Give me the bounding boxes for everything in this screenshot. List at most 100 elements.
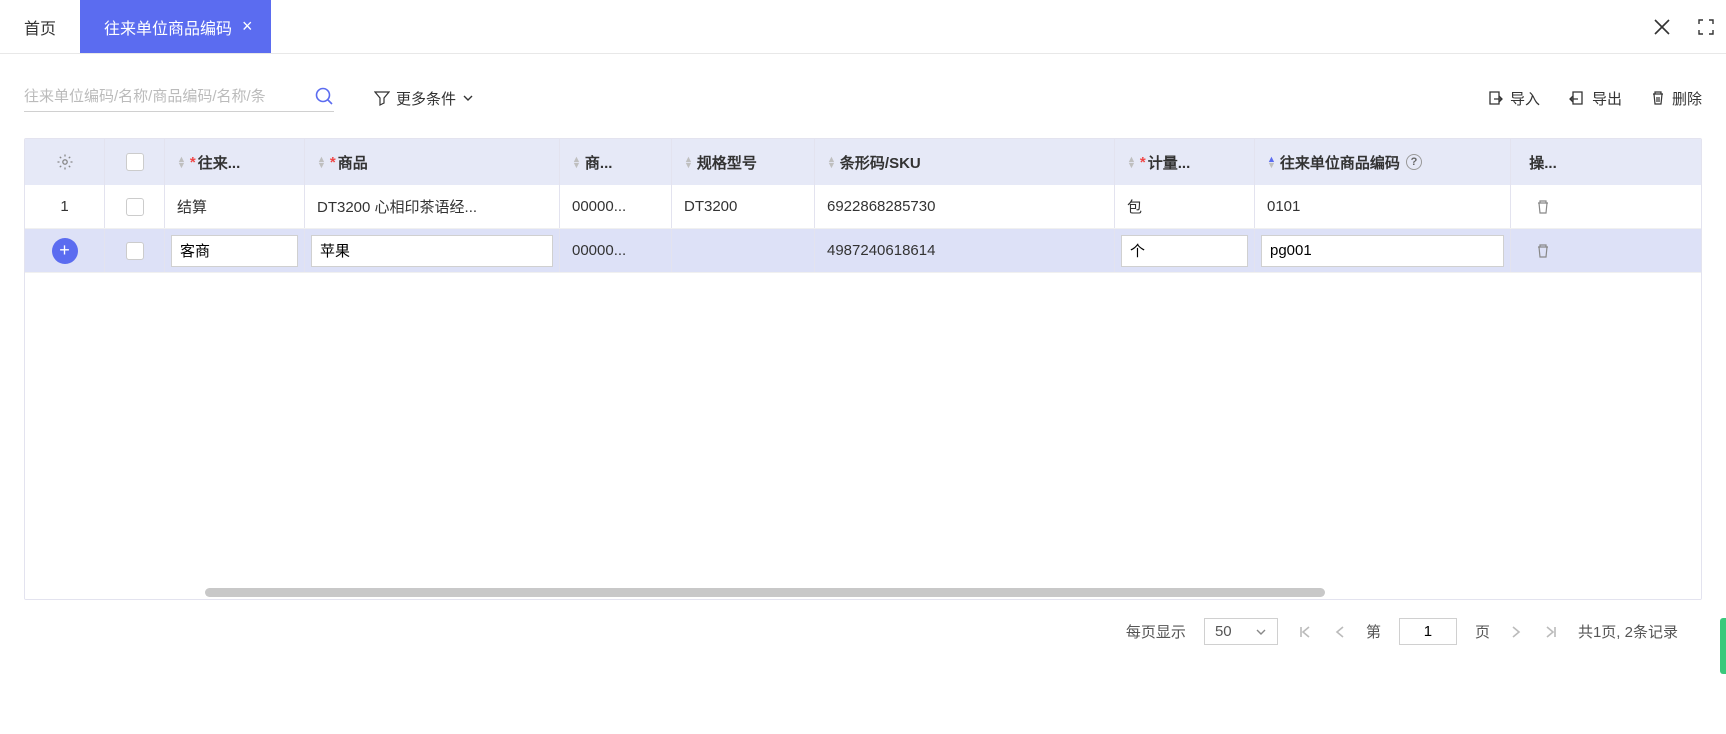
sort-icon: ▲▼ — [1267, 156, 1276, 168]
next-page-button[interactable] — [1508, 625, 1524, 639]
accent-bar — [1720, 618, 1726, 674]
header-unit-label: 往来... — [198, 152, 241, 173]
header-upc[interactable]: ▲▼ 往来单位商品编码 ? — [1255, 139, 1511, 185]
gear-icon — [56, 153, 74, 171]
search-box — [24, 84, 334, 112]
header-unit[interactable]: ▲▼ * 往来... — [165, 139, 305, 185]
product-input[interactable] — [311, 235, 553, 267]
sort-icon: ▲▼ — [684, 156, 693, 168]
row-delete[interactable] — [1511, 229, 1575, 272]
cell-barcode: 6922868285730 — [815, 185, 1115, 228]
more-filter-button[interactable]: 更多条件 — [374, 88, 474, 109]
export-button[interactable]: 导出 — [1568, 88, 1622, 109]
required-star: * — [330, 154, 336, 171]
tab-active[interactable]: 往来单位商品编码 × — [80, 0, 271, 53]
horizontal-scrollbar[interactable] — [25, 585, 1701, 599]
first-page-button[interactable] — [1296, 625, 1314, 639]
header-barcode[interactable]: ▲▼ 条形码/SKU — [815, 139, 1115, 185]
page-suffix: 页 — [1475, 621, 1490, 642]
toolbar: 更多条件 导入 导出 — [24, 84, 1702, 112]
header-settings[interactable] — [25, 139, 105, 185]
last-page-button[interactable] — [1542, 625, 1560, 639]
page-summary: 共1页, 2条记录 — [1578, 621, 1678, 642]
table-header: ▲▼ * 往来... ▲▼ * 商品 ▲▼ 商... ▲▼ 规格型号 ▲▼ 条形… — [25, 139, 1701, 185]
table-row: 1 结算 DT3200 心相印茶语经... 00000... DT3200 69… — [25, 185, 1701, 229]
content: 更多条件 导入 导出 — [0, 54, 1726, 663]
close-all-icon[interactable] — [1650, 15, 1674, 39]
plus-icon: + — [52, 238, 78, 264]
header-barcode-label: 条形码/SKU — [840, 152, 921, 173]
checkbox-icon — [126, 153, 144, 171]
delete-button[interactable]: 删除 — [1650, 88, 1702, 109]
tab-bar-right — [1650, 0, 1718, 53]
export-icon — [1568, 89, 1586, 107]
cell-product[interactable]: DT3200 心相印茶语经... — [305, 185, 560, 228]
sort-icon: ▲▼ — [827, 156, 836, 168]
sort-icon: ▲▼ — [177, 156, 186, 168]
toolbar-right: 导入 导出 删除 — [1486, 88, 1702, 109]
search-input[interactable] — [24, 84, 334, 109]
cell-upc[interactable]: 0101 — [1255, 185, 1511, 228]
tab-home[interactable]: 首页 — [0, 0, 80, 53]
required-star: * — [190, 154, 196, 171]
prev-page-button[interactable] — [1332, 625, 1348, 639]
toolbar-left: 更多条件 — [24, 84, 474, 112]
import-icon — [1486, 89, 1504, 107]
per-page-label: 每页显示 — [1126, 621, 1186, 642]
cell-upc[interactable] — [1255, 229, 1511, 272]
more-filter-label: 更多条件 — [396, 88, 456, 109]
fullscreen-icon[interactable] — [1694, 15, 1718, 39]
row-checkbox[interactable] — [105, 229, 165, 272]
close-icon[interactable]: × — [242, 16, 253, 37]
header-product[interactable]: ▲▼ * 商品 — [305, 139, 560, 185]
upc-input[interactable] — [1261, 235, 1504, 267]
cell-unit[interactable]: 结算 — [165, 185, 305, 228]
header-checkbox[interactable] — [105, 139, 165, 185]
header-op-label: 操... — [1529, 152, 1557, 173]
header-uom[interactable]: ▲▼ * 计量... — [1115, 139, 1255, 185]
scrollbar-thumb[interactable] — [205, 588, 1325, 597]
tab-active-label: 往来单位商品编码 — [104, 15, 232, 39]
header-pcode-label: 商... — [585, 152, 613, 173]
chevron-down-icon — [1255, 626, 1267, 638]
row-delete[interactable] — [1511, 185, 1575, 228]
page-input[interactable] — [1399, 618, 1457, 645]
sort-icon: ▲▼ — [317, 156, 326, 168]
uom-input[interactable] — [1121, 235, 1248, 267]
trash-icon — [1535, 243, 1551, 259]
row-checkbox[interactable] — [105, 185, 165, 228]
header-pcode[interactable]: ▲▼ 商... — [560, 139, 672, 185]
page-size-select[interactable]: 50 — [1204, 618, 1278, 645]
trash-icon — [1650, 90, 1666, 106]
checkbox-icon — [126, 242, 144, 260]
trash-icon — [1535, 199, 1551, 215]
pagination: 每页显示 50 第 页 共1页, 2条记录 — [24, 600, 1702, 663]
header-op: 操... — [1511, 139, 1575, 185]
header-upc-label: 往来单位商品编码 — [1280, 152, 1400, 173]
export-label: 导出 — [1592, 88, 1622, 109]
search-icon[interactable] — [314, 86, 334, 106]
cell-barcode: 4987240618614 — [815, 229, 1115, 272]
header-spec[interactable]: ▲▼ 规格型号 — [672, 139, 815, 185]
cell-unit[interactable] — [165, 229, 305, 272]
filter-icon — [374, 90, 390, 106]
header-uom-label: 计量... — [1148, 152, 1191, 173]
cell-pcode: 00000... — [560, 185, 672, 228]
table-row: + 00000... 4987240618614 — [25, 229, 1701, 273]
checkbox-icon — [126, 198, 144, 216]
cell-spec: DT3200 — [672, 185, 815, 228]
import-label: 导入 — [1510, 88, 1540, 109]
table-body: 1 结算 DT3200 心相印茶语经... 00000... DT3200 69… — [25, 185, 1701, 585]
import-button[interactable]: 导入 — [1486, 88, 1540, 109]
cell-uom[interactable] — [1115, 229, 1255, 272]
sort-icon: ▲▼ — [1127, 156, 1136, 168]
unit-input[interactable] — [171, 235, 298, 267]
delete-label: 删除 — [1672, 88, 1702, 109]
cell-uom[interactable]: 包 — [1115, 185, 1255, 228]
required-star: * — [1140, 154, 1146, 171]
header-spec-label: 规格型号 — [697, 152, 757, 173]
help-icon[interactable]: ? — [1406, 154, 1422, 170]
cell-product[interactable] — [305, 229, 560, 272]
page-prefix: 第 — [1366, 621, 1381, 642]
add-row-button[interactable]: + — [25, 229, 105, 272]
